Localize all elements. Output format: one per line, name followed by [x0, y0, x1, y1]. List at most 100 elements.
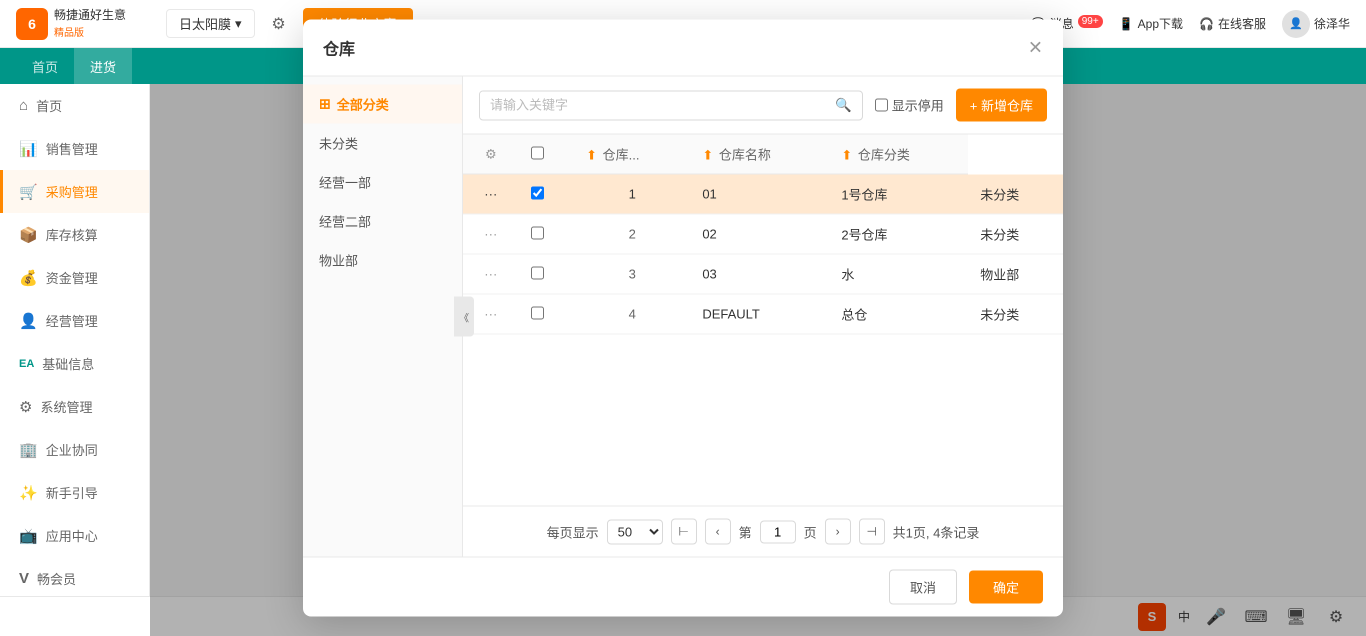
row-code: 01: [690, 174, 829, 214]
sidebar: ⌂ 首页 📊 销售管理 🛒 采购管理 📦 库存核算 💰 资金管理 👤 经营管理 …: [0, 84, 150, 636]
headset-icon: 🎧: [1199, 17, 1214, 31]
per-page-dropdown[interactable]: 50 100: [607, 519, 663, 544]
category-item-unclassified[interactable]: 未分类: [303, 124, 462, 163]
select-all-checkbox[interactable]: [531, 146, 544, 159]
row-num: 2: [574, 214, 690, 254]
system-icon: ⚙: [19, 398, 32, 416]
user-menu[interactable]: 👤 徐泽华: [1282, 10, 1350, 38]
message-badge: 99+: [1078, 15, 1103, 28]
row-name: 水: [829, 254, 968, 294]
apps-icon: 📺: [19, 527, 38, 545]
first-page-button[interactable]: ⊢: [671, 519, 697, 545]
sidebar-item-home[interactable]: ⌂ 首页: [0, 84, 149, 127]
guide-icon: ✨: [19, 484, 38, 502]
row-category: 未分类: [968, 174, 1063, 214]
cancel-button[interactable]: 取消: [889, 570, 957, 605]
logo-text: 畅捷通好生意: [54, 8, 126, 24]
modal-toolbar: 🔍 显示停用 + 新增仓库: [463, 77, 1063, 135]
page-label: 第: [739, 522, 752, 541]
app-download-button[interactable]: 📱 App下载: [1119, 15, 1183, 32]
sort-icon-category: ⬆: [841, 148, 852, 163]
tab-purchase[interactable]: 进货: [74, 48, 132, 84]
logo-area: 6 畅捷通好生意 精品版: [16, 8, 166, 40]
sidebar-item-purchase[interactable]: 🛒 采购管理: [0, 170, 149, 213]
sidebar-item-system[interactable]: ⚙ 系统管理: [0, 385, 149, 428]
row-settings[interactable]: ···: [463, 254, 519, 294]
sidebar-item-apps[interactable]: 📺 应用中心: [0, 514, 149, 557]
table-row[interactable]: ··· 2 02 2号仓库 未分类: [463, 214, 1063, 254]
page-number-input[interactable]: [760, 520, 796, 543]
sidebar-item-inventory[interactable]: 📦 库存核算: [0, 213, 149, 256]
row-name: 1号仓库: [829, 174, 968, 214]
sidebar-item-label: 首页: [36, 96, 62, 115]
row-code: 03: [690, 254, 829, 294]
sidebar-item-guide[interactable]: ✨ 新手引导: [0, 471, 149, 514]
sales-icon: 📊: [19, 140, 38, 158]
service-button[interactable]: 🎧 在线客服: [1199, 15, 1266, 32]
add-warehouse-button[interactable]: + 新增仓库: [956, 89, 1047, 122]
table-row[interactable]: ··· 1 01 1号仓库 未分类: [463, 174, 1063, 214]
all-categories-button[interactable]: ⊞ 全部分类: [303, 85, 462, 124]
row-checkbox[interactable]: [519, 214, 575, 254]
prev-page-button[interactable]: ‹: [705, 519, 731, 545]
table-row[interactable]: ··· 3 03 水 物业部: [463, 254, 1063, 294]
sidebar-item-base-info[interactable]: EA 基础信息: [0, 342, 149, 385]
search-input[interactable]: [480, 92, 825, 119]
category-item-3[interactable]: 物业部: [303, 241, 462, 280]
company-selector[interactable]: 日太阳膜 ▾: [166, 9, 255, 38]
search-box: 🔍: [479, 90, 863, 120]
th-category[interactable]: ⬆ 仓库分类: [829, 135, 968, 175]
settings-button[interactable]: ⚙: [263, 8, 295, 40]
all-categories-label: 全部分类: [337, 95, 389, 114]
modal-close-button[interactable]: ✕: [1028, 37, 1043, 58]
row-category: 未分类: [968, 294, 1063, 334]
last-page-button[interactable]: ⊣: [859, 519, 885, 545]
pagination: 每页显示 50 100 ⊢ ‹ 第 页 › ⊣ 共1页, 4条记录: [463, 506, 1063, 557]
logo-sub: 精品版: [54, 24, 126, 39]
warehouse-modal: 仓库 ✕ ⊞ 全部分类 未分类 经营一部 经营二部 物业部 《: [303, 20, 1063, 617]
show-disabled-checkbox[interactable]: [875, 99, 888, 112]
sidebar-item-label: 应用中心: [46, 526, 98, 545]
next-page-button[interactable]: ›: [825, 519, 851, 545]
sidebar-item-label: 畅会员: [37, 569, 76, 588]
app-icon: 📱: [1119, 17, 1134, 31]
th-code[interactable]: ⬆ 仓库...: [574, 135, 690, 175]
modal-header: 仓库 ✕: [303, 20, 1063, 77]
sidebar-item-finance[interactable]: 💰 资金管理: [0, 256, 149, 299]
row-checkbox[interactable]: [519, 174, 575, 214]
grid-icon: ⊞: [319, 96, 331, 113]
row-num: 4: [574, 294, 690, 334]
tab-home[interactable]: 首页: [16, 48, 74, 84]
confirm-button[interactable]: 确定: [969, 571, 1043, 604]
table-panel: 🔍 显示停用 + 新增仓库 ⚙: [463, 77, 1063, 557]
category-item-1[interactable]: 经营一部: [303, 163, 462, 202]
sidebar-item-sales[interactable]: 📊 销售管理: [0, 127, 149, 170]
sidebar-item-member[interactable]: V 畅会员: [0, 557, 149, 600]
row-name: 2号仓库: [829, 214, 968, 254]
show-disabled-label[interactable]: 显示停用: [875, 96, 944, 115]
row-settings[interactable]: ···: [463, 214, 519, 254]
enterprise-icon: 🏢: [19, 441, 38, 459]
sidebar-item-operations[interactable]: 👤 经营管理: [0, 299, 149, 342]
table-row[interactable]: ··· 4 DEFAULT 总仓 未分类: [463, 294, 1063, 334]
member-icon: V: [19, 570, 29, 587]
row-checkbox[interactable]: [519, 294, 575, 334]
th-checkbox: [519, 135, 575, 175]
sort-icon-name: ⬆: [702, 148, 713, 163]
sidebar-item-label: 采购管理: [46, 182, 98, 201]
per-page-select[interactable]: 50 100: [607, 519, 663, 544]
sidebar-item-enterprise[interactable]: 🏢 企业协同: [0, 428, 149, 471]
home-icon: ⌂: [19, 97, 28, 114]
company-name: 日太阳膜: [179, 14, 231, 33]
category-item-2[interactable]: 经营二部: [303, 202, 462, 241]
th-name[interactable]: ⬆ 仓库名称: [690, 135, 829, 175]
row-num: 1: [574, 174, 690, 214]
logo-icon: 6: [16, 8, 48, 40]
sort-icon: ⬆: [586, 148, 597, 163]
header-right: 💬 消息 99+ 📱 App下载 🎧 在线客服 👤 徐泽华: [1031, 10, 1350, 38]
row-checkbox[interactable]: [519, 254, 575, 294]
gear-icon: ⚙: [271, 14, 285, 34]
search-button[interactable]: 🔍: [825, 91, 862, 119]
row-settings[interactable]: ···: [463, 174, 519, 214]
collapse-panel-button[interactable]: 《: [454, 297, 474, 337]
